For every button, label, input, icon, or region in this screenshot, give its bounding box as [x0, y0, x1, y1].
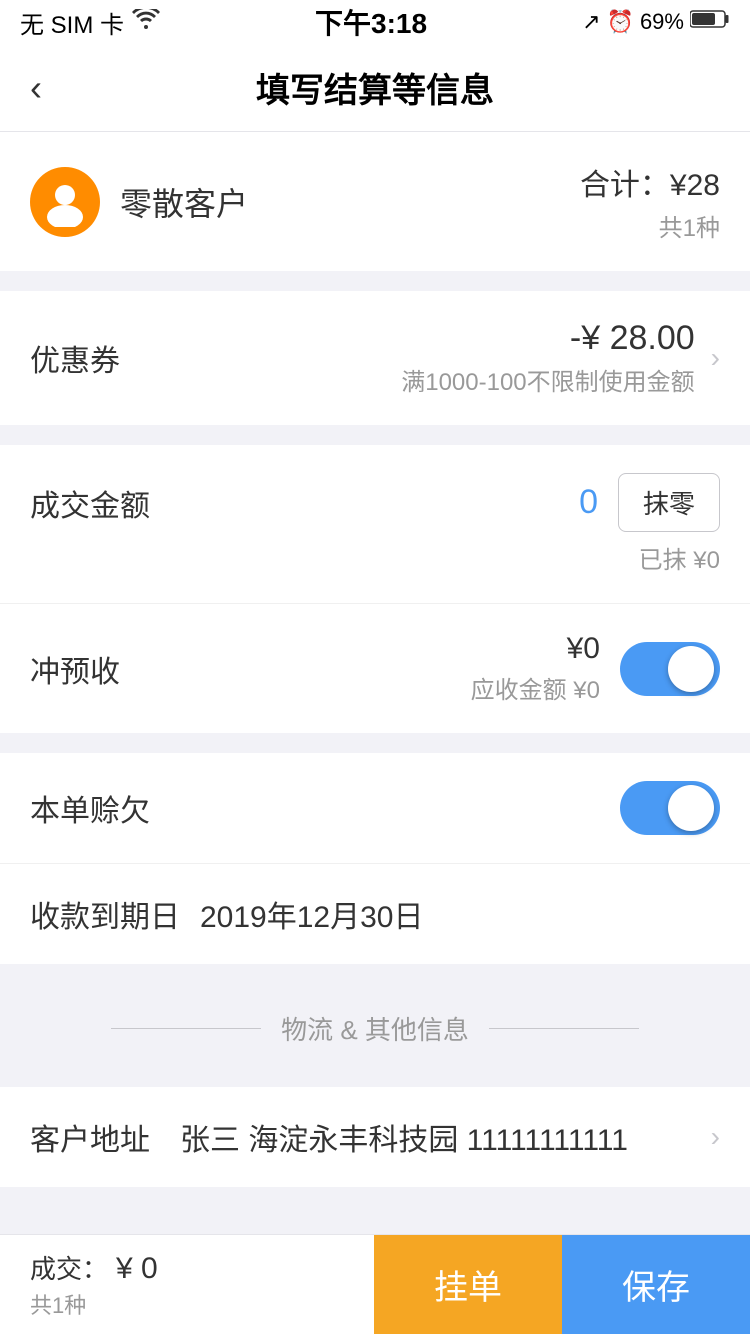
deal-amount-section: 成交金额 0 抹零 已抹 ¥0 [0, 445, 750, 604]
coupon-amount-block: -¥ 28.00 满1000-100不限制使用金额 [401, 319, 694, 397]
deal-amount-value: 0 [579, 483, 598, 522]
hold-button[interactable]: 挂单 [374, 1235, 562, 1334]
page-title: 填写结算等信息 [256, 63, 494, 112]
location-icon: ↗ [582, 9, 600, 35]
battery-icon [690, 9, 730, 35]
toggle-knob-prepay [668, 646, 714, 692]
total-count: 共1种 [580, 208, 720, 243]
credit-toggle[interactable] [620, 781, 720, 835]
logistics-title-text: 物流 & 其他信息 [281, 1010, 469, 1047]
save-button[interactable]: 保存 [562, 1235, 750, 1334]
bottom-deal-amount: ¥ 0 [116, 1252, 158, 1286]
sim-status: 无 SIM 卡 [20, 5, 124, 40]
status-time: 下午3:18 [315, 2, 427, 42]
prepay-amount-col: ¥0 应收金额 ¥0 [471, 632, 600, 705]
coupon-desc: 满1000-100不限制使用金额 [401, 362, 694, 397]
alarm-icon: ⏰ [607, 9, 634, 35]
divider-2 [0, 425, 750, 445]
coupon-label: 优惠券 [30, 336, 120, 380]
prepay-row: 冲预收 ¥0 应收金额 ¥0 [30, 632, 720, 705]
status-bar: 无 SIM 卡 下午3:18 ↗ ⏰ 69% [0, 0, 750, 44]
divider-4 [0, 964, 750, 984]
logistics-header: 物流 & 其他信息 [0, 984, 750, 1067]
wifi-icon [132, 8, 160, 36]
deal-amount-card: 成交金额 0 抹零 已抹 ¥0 冲预收 ¥0 应收金额 ¥0 [0, 445, 750, 733]
divider-1 [0, 271, 750, 291]
due-date-section: 收款到期日 2019年12月30日 [0, 864, 750, 964]
chevron-right-icon: › [711, 342, 720, 374]
divider-5 [0, 1067, 750, 1087]
coupon-right: -¥ 28.00 满1000-100不限制使用金额 › [401, 319, 720, 397]
prepay-receivable: 应收金额 ¥0 [471, 670, 600, 705]
credit-section: 本单赊欠 [0, 753, 750, 864]
divider-3 [0, 733, 750, 753]
nav-bar: ‹ 填写结算等信息 [0, 44, 750, 132]
deal-amount-row: 成交金额 0 抹零 [30, 473, 720, 532]
avatar [30, 167, 100, 237]
prepay-label: 冲预收 [30, 647, 120, 691]
address-chevron-icon: › [711, 1121, 720, 1153]
content-area: 零散客户 合计：¥28 共1种 优惠券 -¥ 28.00 满1000-100不限… [0, 132, 750, 1307]
credit-label: 本单赊欠 [30, 786, 150, 830]
status-left: 无 SIM 卡 [20, 5, 160, 40]
prepay-right: ¥0 应收金额 ¥0 [471, 632, 720, 705]
address-value: 张三 海淀永丰科技园 11111111111 [180, 1115, 711, 1159]
coupon-row[interactable]: 优惠券 -¥ 28.00 满1000-100不限制使用金额 › [0, 291, 750, 425]
bottom-deal-label: 成交： [30, 1249, 108, 1286]
toggle-knob-credit [668, 785, 714, 831]
battery-percent: 69% [640, 9, 684, 35]
address-row[interactable]: 客户地址 张三 海淀永丰科技园 11111111111 › [0, 1087, 750, 1187]
deal-amount-label: 成交金额 [30, 481, 150, 525]
coupon-card: 优惠券 -¥ 28.00 满1000-100不限制使用金额 › [0, 291, 750, 425]
round-button[interactable]: 抹零 [618, 473, 720, 532]
status-right: ↗ ⏰ 69% [582, 9, 730, 35]
prepay-amount: ¥0 [471, 632, 600, 666]
save-button-label: 保存 [622, 1260, 690, 1309]
logistics-title: 物流 & 其他信息 [111, 1010, 639, 1047]
total-amount: 合计：¥28 [580, 160, 720, 204]
deal-amount-right: 0 抹零 [579, 473, 720, 532]
customer-info-left: 零散客户 [30, 167, 248, 237]
coupon-amount: -¥ 28.00 [401, 319, 694, 358]
prepay-toggle[interactable] [620, 642, 720, 696]
due-date-label: 收款到期日 [30, 892, 180, 936]
hold-button-label: 挂单 [434, 1260, 502, 1309]
customer-name: 零散客户 [120, 179, 248, 225]
back-button[interactable]: ‹ [30, 67, 42, 109]
customer-card: 零散客户 合计：¥28 共1种 [0, 132, 750, 271]
customer-row[interactable]: 零散客户 合计：¥28 共1种 [0, 132, 750, 271]
due-date-value: 2019年12月30日 [200, 892, 423, 936]
credit-card: 本单赊欠 收款到期日 2019年12月30日 [0, 753, 750, 964]
bottom-bar: 成交： ¥ 0 共1种 挂单 保存 [0, 1234, 750, 1334]
bottom-deal-info: 成交： ¥ 0 共1种 [0, 1249, 374, 1320]
bottom-deal-count: 共1种 [30, 1288, 344, 1320]
customer-info-right: 合计：¥28 共1种 [580, 160, 720, 243]
address-label: 客户地址 [30, 1115, 150, 1159]
prepay-section: 冲预收 ¥0 应收金额 ¥0 [0, 604, 750, 733]
already-rounded-text: 已抹 ¥0 [30, 540, 720, 575]
address-card: 客户地址 张三 海淀永丰科技园 11111111111 › [0, 1087, 750, 1187]
